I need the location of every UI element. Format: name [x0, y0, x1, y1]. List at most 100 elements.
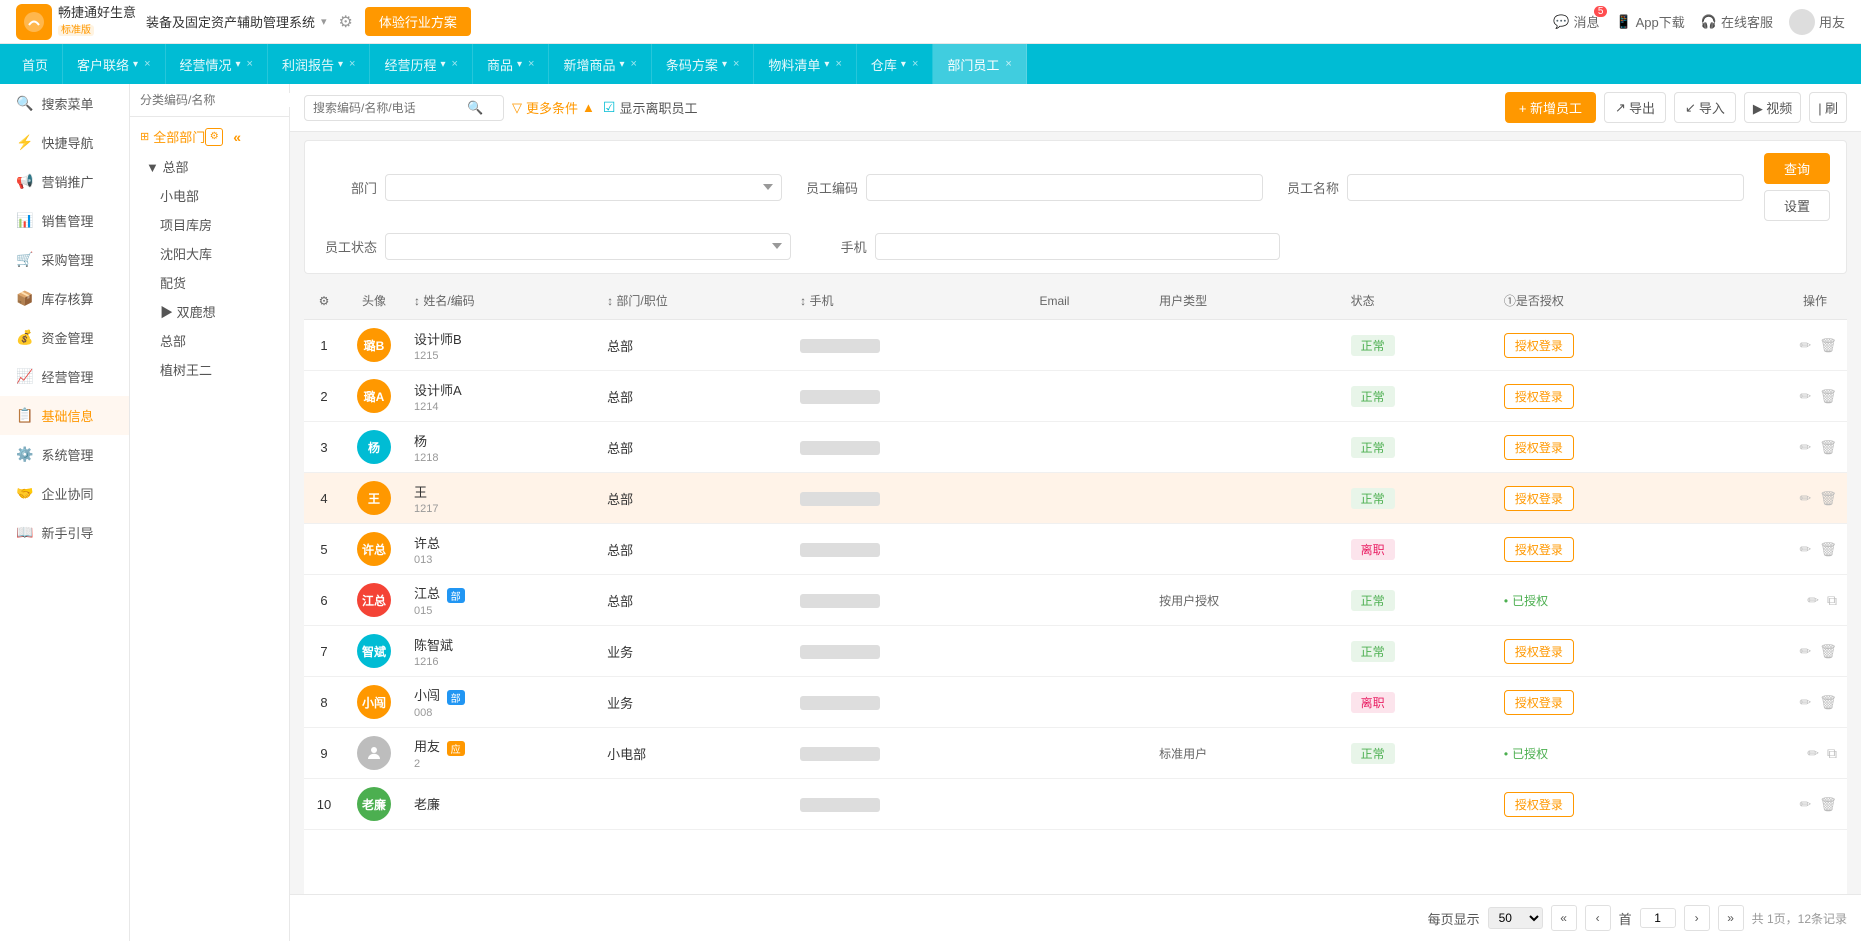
auth-btn[interactable]: 授权登录	[1504, 435, 1574, 460]
delete-icon[interactable]: 🗑	[1819, 541, 1837, 558]
dept-node-xiangmu[interactable]: 项目库房	[130, 210, 289, 239]
sidebar-item-management[interactable]: 📈 经营管理	[0, 357, 129, 396]
dept-node-zhishu[interactable]: 植树王二	[130, 355, 289, 384]
edit-icon[interactable]: ✏	[1807, 745, 1819, 762]
sidebar-item-finance[interactable]: 💰 资金管理	[0, 318, 129, 357]
edit-icon[interactable]: ✏	[1799, 541, 1811, 558]
tab-customer-close[interactable]: ×	[144, 58, 150, 70]
filter-empstatus-select[interactable]	[385, 233, 791, 260]
sidebar-item-inventory[interactable]: 📦 库存核算	[0, 279, 129, 318]
page-size-select[interactable]: 50 20 100	[1488, 907, 1543, 929]
experience-btn[interactable]: 体验行业方案	[365, 7, 471, 36]
import-btn[interactable]: ↙ 导入	[1674, 92, 1736, 123]
tab-goods-close[interactable]: ×	[528, 58, 534, 70]
filter-dept-select[interactable]	[385, 174, 782, 201]
dept-node-peihuo[interactable]: 配货	[130, 268, 289, 297]
auth-btn[interactable]: 授权登录	[1504, 384, 1574, 409]
edit-icon[interactable]: ✏	[1799, 439, 1811, 456]
th-name-code[interactable]: ↕ 姓名/编码	[404, 282, 597, 320]
filter-empname-input[interactable]	[1347, 174, 1744, 201]
tab-warehouse[interactable]: 仓库 ▾ ×	[857, 44, 933, 84]
auth-btn[interactable]: 授权登录	[1504, 690, 1574, 715]
edit-icon[interactable]: ✏	[1799, 796, 1811, 813]
edit-icon[interactable]: ✏	[1799, 643, 1811, 660]
tab-bom[interactable]: 物料清单 ▾ ×	[754, 44, 856, 84]
tab-operation-close[interactable]: ×	[247, 58, 253, 70]
sidebar-item-search[interactable]: 🔍 搜索菜单	[0, 84, 129, 123]
tab-profit[interactable]: 利润报告 ▾ ×	[268, 44, 370, 84]
view-btn[interactable]: ▶ 视频	[1744, 92, 1801, 123]
tab-operation[interactable]: 经营情况 ▾ ×	[166, 44, 268, 84]
tab-bom-close[interactable]: ×	[835, 58, 841, 70]
dept-settings-icon[interactable]: ⚙	[205, 128, 223, 146]
tab-history-close[interactable]: ×	[452, 58, 458, 70]
settings-icon[interactable]: ⚙	[339, 12, 353, 32]
delete-icon[interactable]: 🗑	[1819, 643, 1837, 660]
search-input[interactable]	[313, 101, 463, 115]
dept-node-shuanglu[interactable]: ▶ 双鹿想	[130, 297, 289, 326]
sidebar-item-quicknav[interactable]: ⚡ 快捷导航	[0, 123, 129, 162]
prev-page-btn[interactable]: ‹	[1585, 905, 1611, 931]
online-service-btn[interactable]: 🎧 在线客服	[1701, 12, 1773, 31]
tab-warehouse-close[interactable]: ×	[912, 58, 918, 70]
delete-icon[interactable]: 🗑	[1819, 796, 1837, 813]
app-download-btn[interactable]: 📱 App下载	[1615, 12, 1684, 31]
message-btn[interactable]: 💬 消息 5	[1553, 12, 1599, 31]
edit-icon[interactable]: ✏	[1799, 490, 1811, 507]
tab-barcode[interactable]: 条码方案 ▾ ×	[652, 44, 754, 84]
filter-empcode-input[interactable]	[866, 174, 1263, 201]
delete-icon[interactable]: 🗑	[1819, 490, 1837, 507]
dept-node-xiaodian[interactable]: 小电部	[130, 181, 289, 210]
edit-icon[interactable]: ✏	[1799, 337, 1811, 354]
th-phone[interactable]: ↕ 手机	[790, 282, 1029, 320]
auth-btn[interactable]: 授权登录	[1504, 537, 1574, 562]
edit-icon[interactable]: ✏	[1799, 388, 1811, 405]
sidebar-item-sales[interactable]: 📊 销售管理	[0, 201, 129, 240]
sidebar-item-purchase[interactable]: 🛒 采购管理	[0, 240, 129, 279]
sidebar-item-marketing[interactable]: 📢 营销推广	[0, 162, 129, 201]
tab-goods[interactable]: 商品 ▾ ×	[473, 44, 549, 84]
dept-tree-header[interactable]: ⊞ 全部部门 ⚙ «	[130, 121, 289, 152]
copy-icon[interactable]: ⧉	[1827, 592, 1837, 609]
sidebar-item-basic-info[interactable]: 📋 基础信息	[0, 396, 129, 435]
show-resigned-toggle[interactable]: ☑ 显示离职员工	[603, 98, 698, 117]
delete-icon[interactable]: 🗑	[1819, 439, 1837, 456]
dept-search-input[interactable]	[140, 93, 295, 107]
print-btn[interactable]: | 刷	[1809, 92, 1847, 123]
auth-btn[interactable]: 授权登录	[1504, 333, 1574, 358]
add-employee-btn[interactable]: + 新增员工	[1505, 92, 1596, 123]
dept-collapse-icon[interactable]: «	[233, 129, 241, 145]
tab-add-goods[interactable]: 新增商品 ▾ ×	[549, 44, 651, 84]
th-dept[interactable]: ↕ 部门/职位	[597, 282, 790, 320]
delete-icon[interactable]: 🗑	[1819, 337, 1837, 354]
first-page-btn[interactable]: «	[1551, 905, 1577, 931]
sidebar-item-collab[interactable]: 🤝 企业协同	[0, 474, 129, 513]
filter-phone-input[interactable]	[875, 233, 1281, 260]
tab-dept-staff-close[interactable]: ×	[1005, 58, 1011, 70]
tab-dept-staff[interactable]: 部门员工 ×	[933, 44, 1026, 84]
dept-node-shenyang[interactable]: 沈阳大库	[130, 239, 289, 268]
auth-btn[interactable]: 授权登录	[1504, 639, 1574, 664]
copy-icon[interactable]: ⧉	[1827, 745, 1837, 762]
tab-customer[interactable]: 客户联络 ▾ ×	[63, 44, 165, 84]
tab-home[interactable]: 首页	[8, 44, 63, 84]
more-filter-btn[interactable]: ▽ 更多条件 ▲	[512, 98, 595, 117]
export-btn[interactable]: ↗ 导出	[1604, 92, 1666, 123]
delete-icon[interactable]: 🗑	[1819, 694, 1837, 711]
dept-node-zongbu2[interactable]: 总部	[130, 326, 289, 355]
tab-history[interactable]: 经营历程 ▾ ×	[370, 44, 472, 84]
next-page-btn[interactable]: ›	[1684, 905, 1710, 931]
set-btn[interactable]: 设置	[1764, 190, 1830, 221]
auth-btn[interactable]: 授权登录	[1504, 486, 1574, 511]
last-page-btn[interactable]: »	[1718, 905, 1744, 931]
tab-profit-close[interactable]: ×	[349, 58, 355, 70]
th-settings[interactable]: ⚙	[304, 282, 344, 320]
dropdown-arrow-icon[interactable]: ▾	[321, 15, 327, 28]
sidebar-item-system[interactable]: ⚙️ 系统管理	[0, 435, 129, 474]
tab-barcode-close[interactable]: ×	[733, 58, 739, 70]
sidebar-item-guide[interactable]: 📖 新手引导	[0, 513, 129, 552]
query-btn[interactable]: 查询	[1764, 153, 1830, 184]
edit-icon[interactable]: ✏	[1807, 592, 1819, 609]
dept-node-zongbu[interactable]: ▼ 总部	[130, 152, 289, 181]
user-btn[interactable]: 用友	[1789, 9, 1845, 35]
